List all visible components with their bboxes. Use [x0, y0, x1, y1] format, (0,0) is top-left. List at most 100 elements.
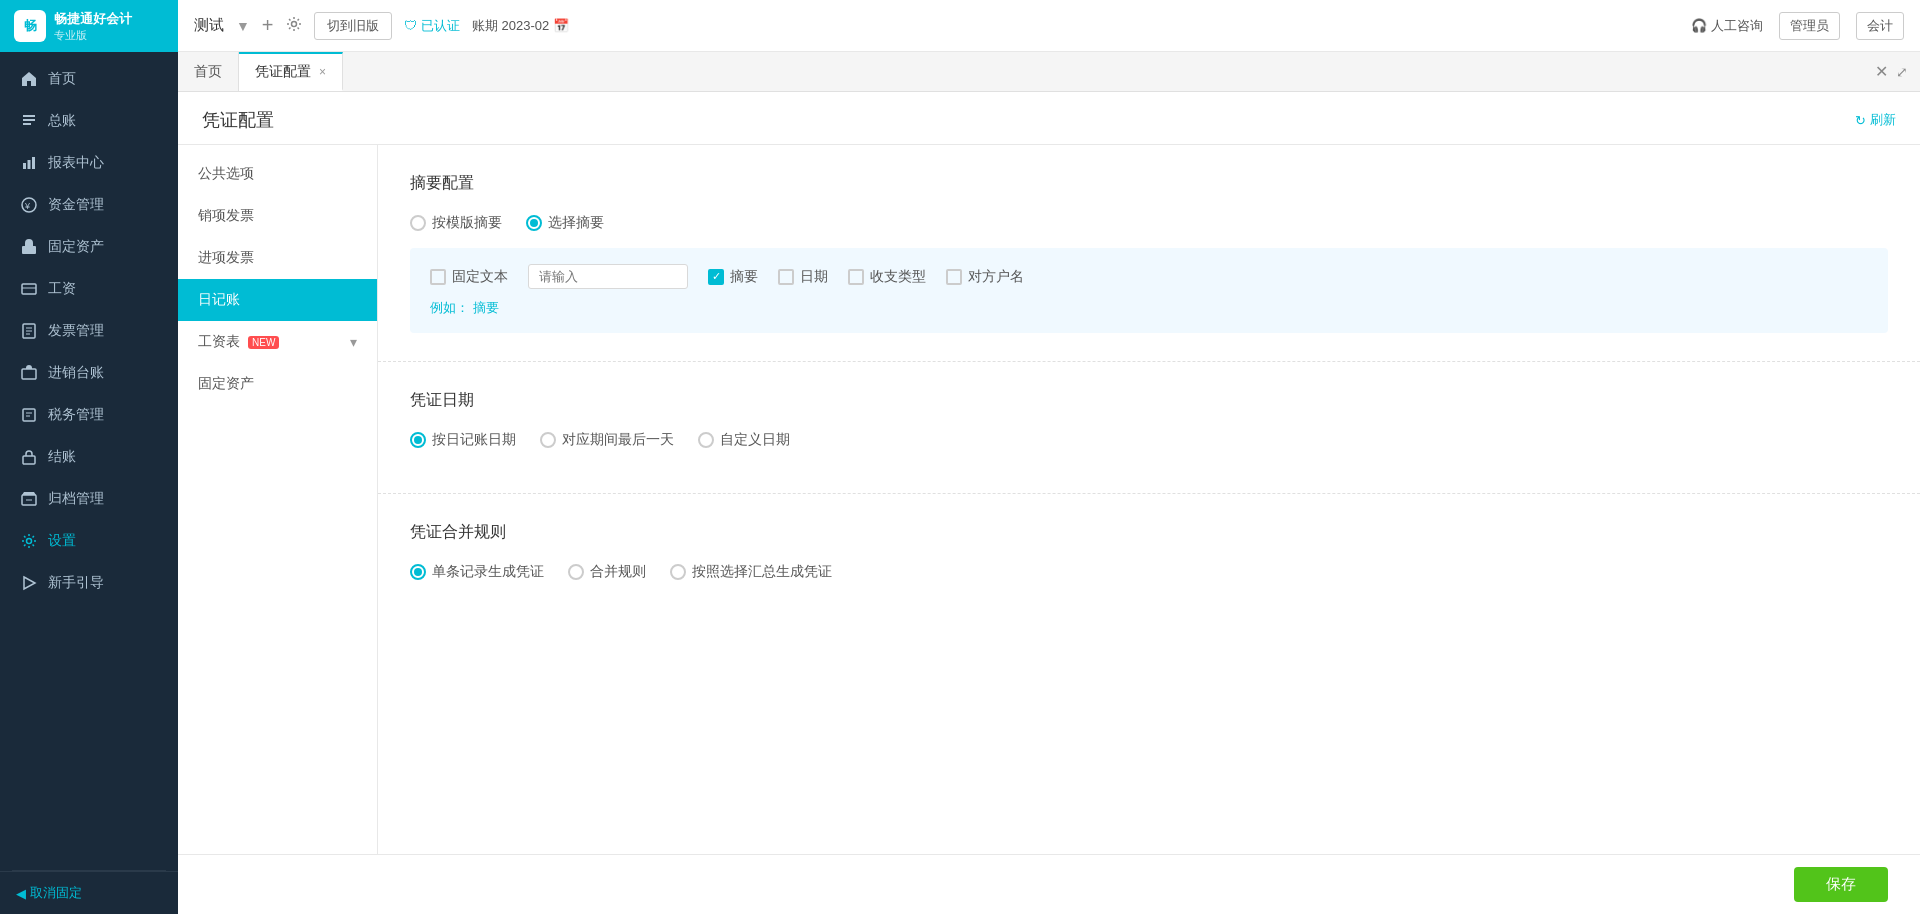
summary-template-radio[interactable]: 按模版摘要 [410, 214, 502, 232]
company-name: 测试 [194, 16, 224, 35]
select-summary-radio[interactable]: 按照选择汇总生成凭证 [670, 563, 832, 581]
sidebar-item-home[interactable]: 首页 [0, 58, 178, 100]
assets-icon [20, 238, 38, 256]
date-checkbox[interactable]: 日期 [778, 268, 828, 286]
select-radio-circle [526, 215, 542, 231]
archive-icon [20, 490, 38, 508]
content-body: 公共选项 销项发票 进项发票 日记账 工资表 [178, 145, 1920, 854]
left-nav-journal[interactable]: 日记账 [178, 279, 377, 321]
income-type-checkbox[interactable]: 收支类型 [848, 268, 926, 286]
tab-voucher-config[interactable]: 凭证配置 × [239, 52, 343, 91]
merge-rule-title: 凭证合并规则 [410, 522, 1888, 543]
period-last-radio[interactable]: 对应期间最后一天 [540, 431, 674, 449]
voucher-date-title: 凭证日期 [410, 390, 1888, 411]
right-content: 摘要配置 按模版摘要 选择摘要 [378, 145, 1920, 854]
merge-rule-radio-group: 单条记录生成凭证 合并规则 按照选择汇总生成凭证 [410, 563, 1888, 581]
cancel-fixed-button[interactable]: ◀ 取消固定 [16, 884, 162, 902]
sidebar-item-closing[interactable]: 结账 [0, 436, 178, 478]
svg-text:¥: ¥ [24, 201, 31, 211]
tab-home[interactable]: 首页 [178, 52, 239, 91]
company-dropdown-icon[interactable]: ▼ [236, 18, 250, 34]
single-record-radio[interactable]: 单条记录生成凭证 [410, 563, 544, 581]
sidebar-item-payroll[interactable]: 工资 [0, 268, 178, 310]
merge-rule-radio[interactable]: 合并规则 [568, 563, 646, 581]
sidebar-item-ledger[interactable]: 总账 [0, 100, 178, 142]
left-nav-fixed-assets[interactable]: 固定资产 [178, 363, 377, 405]
counterparty-checkbox-square [946, 269, 962, 285]
left-nav-purchase-invoice[interactable]: 进项发票 [178, 237, 377, 279]
tab-close-button[interactable]: × [319, 65, 326, 79]
settings-icon [20, 532, 38, 550]
counterparty-checkbox[interactable]: 对方户名 [946, 268, 1024, 286]
sidebar-item-guide[interactable]: 新手引导 [0, 562, 178, 604]
save-button[interactable]: 保存 [1794, 867, 1888, 902]
window-expand-button[interactable]: ⤢ [1896, 64, 1908, 80]
page-title: 凭证配置 [202, 108, 274, 132]
add-button[interactable]: + [262, 14, 274, 37]
sidebar: 畅 畅捷通好会计 专业版 首页 总账 [0, 0, 178, 914]
sidebar-footer: ◀ 取消固定 [0, 871, 178, 914]
window-close-button[interactable]: ✕ [1875, 62, 1888, 81]
payroll-icon [20, 280, 38, 298]
voucher-date-radio-group: 按日记账日期 对应期间最后一天 自定义日期 [410, 431, 1888, 449]
period-last-radio-circle [540, 432, 556, 448]
fixed-text-checkbox[interactable]: 固定文本 [430, 268, 508, 286]
example-text: 例如： 摘要 [430, 299, 1868, 317]
template-radio-circle [410, 215, 426, 231]
ledger-icon [20, 112, 38, 130]
svg-point-22 [27, 539, 32, 544]
svg-marker-23 [24, 577, 35, 589]
summary-select-radio[interactable]: 选择摘要 [526, 214, 604, 232]
sidebar-item-invoices[interactable]: 发票管理 [0, 310, 178, 352]
accountant-button[interactable]: 会计 [1856, 12, 1904, 40]
left-nav-payroll-table[interactable]: 工资表 NEW ▾ [178, 321, 377, 363]
certified-badge: 🛡 已认证 [404, 17, 460, 35]
svg-rect-15 [22, 369, 36, 379]
summary-radio-group: 按模版摘要 选择摘要 [410, 214, 1888, 232]
period-display: 账期 2023-02 📅 [472, 17, 570, 35]
svg-rect-5 [32, 157, 35, 169]
select-summary-radio-circle [670, 564, 686, 580]
tabbar-right: ✕ ⤢ [1875, 62, 1920, 81]
expand-icon: ▾ [350, 334, 357, 350]
svg-rect-1 [23, 119, 35, 121]
calendar-icon[interactable]: 📅 [553, 18, 569, 33]
logo-icon: 畅 [14, 10, 46, 42]
topbar: 测试 ▼ + 切到旧版 🛡 已认证 账期 2023-02 📅 🎧 人工咨询 [178, 0, 1920, 52]
sidebar-item-reports[interactable]: 报表中心 [0, 142, 178, 184]
admin-button[interactable]: 管理员 [1779, 12, 1840, 40]
gear-icon[interactable] [286, 16, 302, 35]
invoices-icon [20, 322, 38, 340]
consult-button[interactable]: 🎧 人工咨询 [1691, 17, 1763, 35]
sidebar-item-purchase-sales[interactable]: 进销台账 [0, 352, 178, 394]
topbar-right: 🎧 人工咨询 管理员 会计 [1691, 12, 1904, 40]
refresh-button[interactable]: ↻ 刷新 [1855, 111, 1896, 129]
left-nav-sales-invoice[interactable]: 销项发票 [178, 195, 377, 237]
sidebar-item-funds[interactable]: ¥ 资金管理 [0, 184, 178, 226]
funds-icon: ¥ [20, 196, 38, 214]
sidebar-item-assets[interactable]: 固定资产 [0, 226, 178, 268]
merge-rule-radio-circle [568, 564, 584, 580]
left-nav-public[interactable]: 公共选项 [178, 153, 377, 195]
summary-options-box: 固定文本 ✓ 摘要 日期 [410, 248, 1888, 333]
merge-rule-section: 凭证合并规则 单条记录生成凭证 合并规则 [378, 494, 1920, 625]
sidebar-item-archive[interactable]: 归档管理 [0, 478, 178, 520]
summary-config-section: 摘要配置 按模版摘要 选择摘要 [378, 145, 1920, 362]
voucher-date-section: 凭证日期 按日记账日期 对应期间最后一天 [378, 362, 1920, 494]
logo-text: 畅捷通好会计 专业版 [54, 10, 132, 43]
guide-icon [20, 574, 38, 592]
content-area: 凭证配置 ↻ 刷新 公共选项 销项发票 进项发票 [178, 92, 1920, 914]
sidebar-item-settings[interactable]: 设置 [0, 520, 178, 562]
income-type-checkbox-square [848, 269, 864, 285]
summary-checkbox[interactable]: ✓ 摘要 [708, 268, 758, 286]
save-area: 保存 [178, 854, 1920, 914]
custom-date-radio[interactable]: 自定义日期 [698, 431, 790, 449]
switch-old-button[interactable]: 切到旧版 [314, 12, 392, 40]
home-icon [20, 70, 38, 88]
journal-date-radio[interactable]: 按日记账日期 [410, 431, 516, 449]
svg-rect-3 [23, 163, 26, 169]
page-header: 凭证配置 ↻ 刷新 [178, 92, 1920, 145]
fixed-text-input[interactable] [528, 264, 688, 289]
single-record-radio-circle [410, 564, 426, 580]
sidebar-item-tax[interactable]: 税务管理 [0, 394, 178, 436]
